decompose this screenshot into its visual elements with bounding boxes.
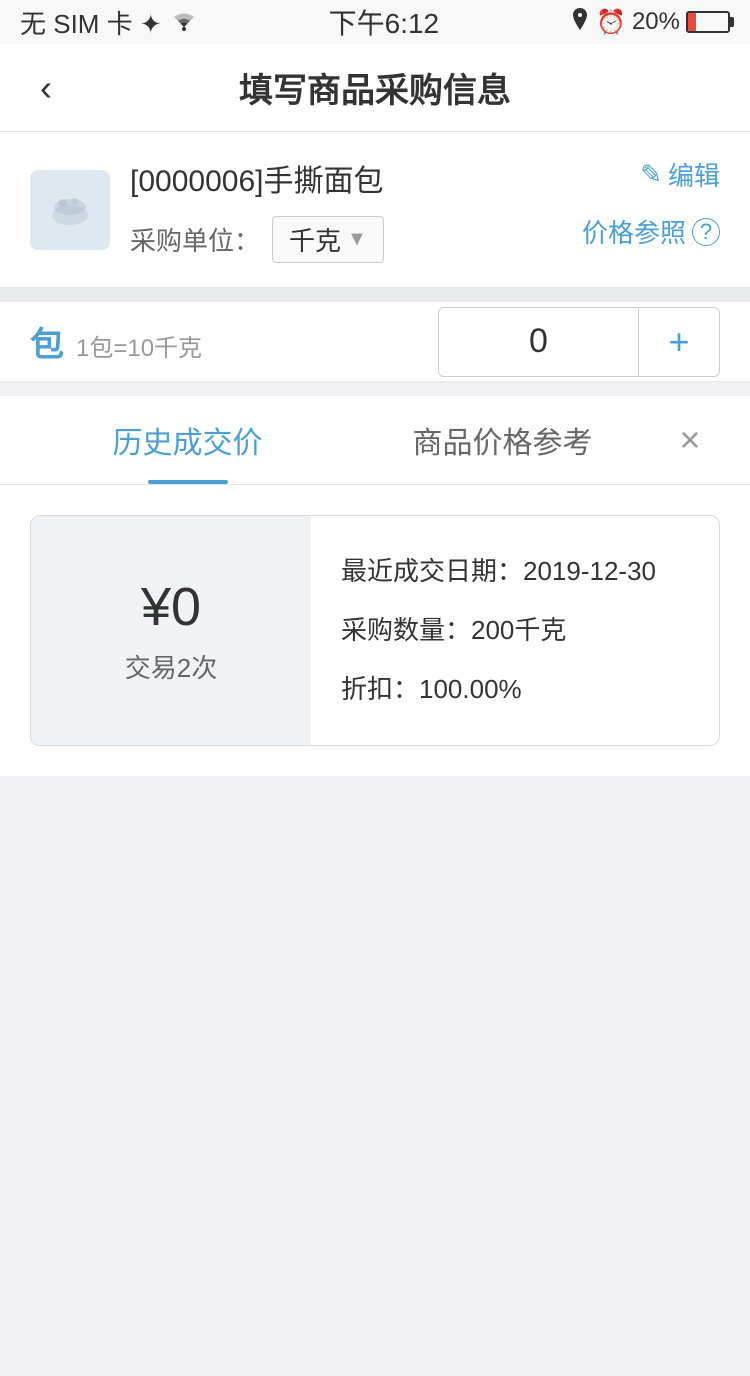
quantity-value: 200千克 — [471, 615, 566, 645]
status-bar: 无 SIM 卡 ✦ 下午6:12 ⏰ 20% — [0, 0, 750, 44]
unit-sub: 1包=10千克 — [76, 328, 202, 363]
product-left: [0000006]手撕面包 采购单位： 千克 ▼ — [30, 156, 384, 263]
unit-select[interactable]: 千克 ▼ — [272, 216, 384, 263]
page-title: 填写商品采购信息 — [239, 63, 511, 112]
tab-panel: 历史成交价 商品价格参考 × ¥0 交易2次 最近成交日期：2019-12-30… — [0, 396, 750, 776]
product-name: [0000006]手撕面包 — [130, 156, 384, 200]
edit-icon: ✎ — [640, 159, 662, 190]
quantity-row: 包 1包=10千克 + — [0, 302, 750, 382]
quantity-label-text: 采购数量： — [341, 615, 471, 645]
price-amount: ¥0 — [141, 576, 201, 638]
battery-fill — [688, 13, 696, 31]
price-detail-quantity: 采购数量：200千克 — [341, 611, 689, 650]
price-card: ¥0 交易2次 最近成交日期：2019-12-30 采购数量：200千克 折扣：… — [30, 515, 720, 746]
alarm-icon: ⏰ — [596, 8, 626, 37]
tab-reference[interactable]: 商品价格参考 — [345, 396, 660, 484]
price-right-panel: 最近成交日期：2019-12-30 采购数量：200千克 折扣：100.00% — [311, 516, 719, 745]
edit-label: 编辑 — [668, 156, 720, 193]
unit-label: 采购单位： — [130, 221, 260, 258]
status-right: ⏰ 20% — [570, 8, 730, 37]
product-actions: ✎ 编辑 价格参照 ? — [582, 156, 720, 250]
tab-history-label: 历史成交价 — [113, 418, 263, 462]
price-left-panel: ¥0 交易2次 — [31, 516, 311, 745]
product-thumbnail — [30, 170, 110, 250]
tab-header: 历史成交价 商品价格参考 × — [0, 396, 750, 485]
battery-icon — [686, 11, 730, 33]
sim-status: 无 SIM 卡 ✦ — [20, 4, 162, 41]
product-unit-row: 采购单位： 千克 ▼ — [130, 216, 384, 263]
price-detail-discount: 折扣：100.00% — [341, 670, 689, 709]
tab-content: ¥0 交易2次 最近成交日期：2019-12-30 采购数量：200千克 折扣：… — [0, 485, 750, 776]
date-label: 最近成交日期： — [341, 556, 523, 586]
back-button[interactable]: ‹ — [30, 57, 62, 119]
discount-label: 折扣： — [341, 674, 419, 704]
price-ref-label: 价格参照 — [582, 213, 686, 250]
quantity-controls: + — [438, 307, 720, 377]
quantity-plus-button[interactable]: + — [639, 308, 719, 376]
unit-value: 千克 — [289, 221, 341, 258]
tab-close-button[interactable]: × — [660, 396, 720, 484]
wifi-icon — [170, 7, 198, 38]
quantity-input[interactable] — [439, 308, 639, 376]
tab-reference-label: 商品价格参考 — [413, 418, 593, 462]
product-info: [0000006]手撕面包 采购单位： 千克 ▼ — [130, 156, 384, 263]
unit-big: 包 — [30, 317, 64, 366]
dropdown-arrow-icon: ▼ — [347, 228, 367, 251]
status-left: 无 SIM 卡 ✦ — [20, 4, 198, 41]
date-value: 2019-12-30 — [523, 556, 656, 586]
quantity-label: 包 1包=10千克 — [30, 317, 202, 366]
nav-bar: ‹ 填写商品采购信息 — [0, 44, 750, 132]
location-icon — [570, 8, 590, 37]
price-detail-date: 最近成交日期：2019-12-30 — [341, 552, 689, 591]
price-times: 交易2次 — [125, 648, 217, 685]
edit-button[interactable]: ✎ 编辑 — [640, 156, 720, 193]
status-time: 下午6:12 — [329, 2, 440, 42]
product-card: [0000006]手撕面包 采购单位： 千克 ▼ ✎ 编辑 价格参照 ? — [0, 132, 750, 288]
section-divider — [0, 288, 750, 302]
product-header: [0000006]手撕面包 采购单位： 千克 ▼ ✎ 编辑 价格参照 ? — [30, 156, 720, 263]
help-icon: ? — [692, 218, 720, 246]
battery-percent: 20% — [632, 8, 680, 36]
tab-history[interactable]: 历史成交价 — [30, 396, 345, 484]
price-ref-button[interactable]: 价格参照 ? — [582, 213, 720, 250]
main-content-area — [0, 776, 750, 1376]
discount-value: 100.00% — [419, 674, 522, 704]
